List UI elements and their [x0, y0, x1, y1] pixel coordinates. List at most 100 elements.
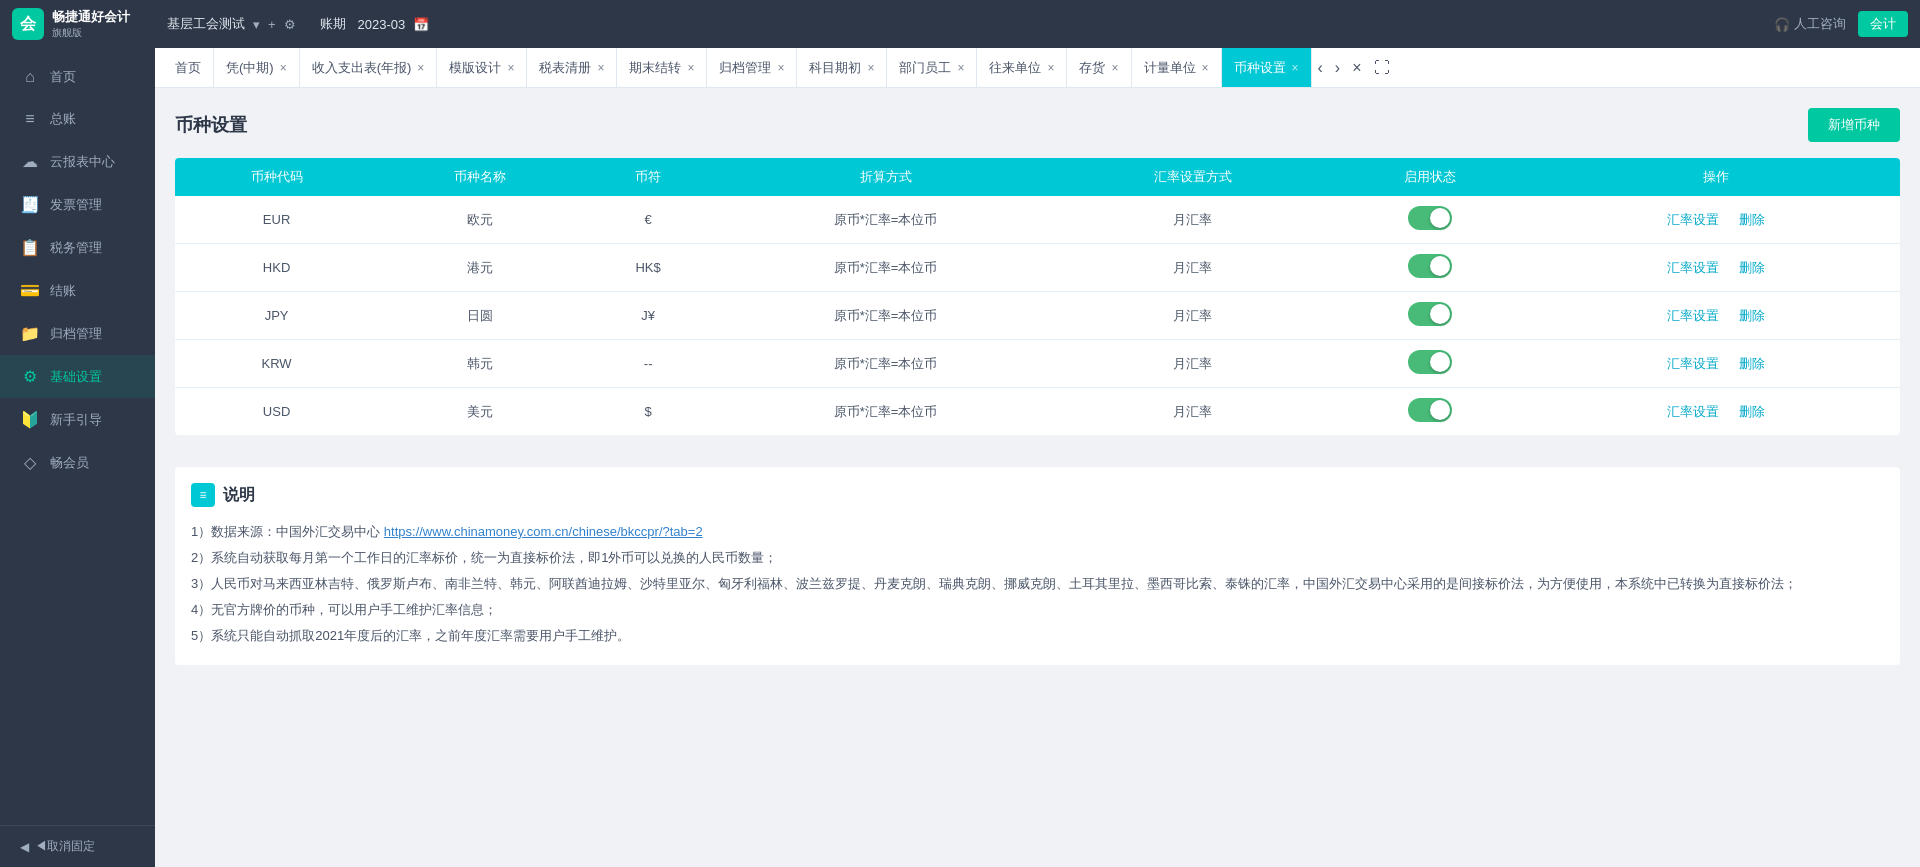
delete-link-2[interactable]: 删除: [1739, 308, 1765, 323]
sidebar-item-home[interactable]: ⌂ 首页: [0, 56, 155, 98]
new-currency-button[interactable]: 新增币种: [1808, 108, 1900, 142]
tab-currency[interactable]: 币种设置 ×: [1222, 48, 1312, 88]
sidebar-item-settings[interactable]: ⚙ 基础设置: [0, 355, 155, 398]
tab-expand-btn[interactable]: ⛶: [1368, 59, 1396, 77]
tab-close-currency[interactable]: ×: [1292, 61, 1299, 75]
tab-close-period-end[interactable]: ×: [687, 61, 694, 75]
tab-close-template[interactable]: ×: [507, 61, 514, 75]
tab-close-counterparty[interactable]: ×: [1047, 61, 1054, 75]
tab-close-department[interactable]: ×: [957, 61, 964, 75]
add-workspace-btn[interactable]: +: [268, 17, 276, 32]
delete-link-0[interactable]: 删除: [1739, 212, 1765, 227]
cell-status-2: [1329, 292, 1532, 340]
toggle-0[interactable]: [1408, 206, 1452, 230]
workspace-dropdown-icon[interactable]: ▾: [253, 17, 260, 32]
tab-close-inventory[interactable]: ×: [1111, 61, 1118, 75]
tab-counterparty[interactable]: 往来单位 ×: [977, 48, 1067, 88]
top-right-area: 🎧 人工咨询 会计: [1774, 11, 1908, 37]
sidebar-item-checkout[interactable]: 💳 结账: [0, 269, 155, 312]
tab-prev-btn[interactable]: ‹: [1312, 59, 1329, 77]
account-button[interactable]: 会计: [1858, 11, 1908, 37]
tab-department[interactable]: 部门员工 ×: [887, 48, 977, 88]
sidebar-nav: ⌂ 首页 ≡ 总账 ☁ 云报表中心 🧾 发票管理 📋 税务管理: [0, 48, 155, 825]
toggle-track-1: [1408, 254, 1452, 278]
notes-item-4: 4）无官方牌价的币种，可以用户手工维护汇率信息；: [191, 597, 1884, 623]
sidebar-item-archive[interactable]: 📁 归档管理: [0, 312, 155, 355]
tax-icon: 📋: [20, 238, 40, 257]
sidebar-item-ledger[interactable]: ≡ 总账: [0, 98, 155, 140]
tab-period-end[interactable]: 期末结转 ×: [617, 48, 707, 88]
col-rate-type: 汇率设置方式: [1056, 158, 1329, 196]
cell-symbol-0: €: [581, 196, 715, 244]
tab-close-unit[interactable]: ×: [1202, 61, 1209, 75]
tab-close-income-report[interactable]: ×: [417, 61, 424, 75]
tab-income-report[interactable]: 收入支出表(年报) ×: [300, 48, 438, 88]
archive-icon: 📁: [20, 324, 40, 343]
help-button[interactable]: 🎧 人工咨询: [1774, 15, 1846, 33]
cell-action-2: 汇率设置 删除: [1532, 292, 1900, 340]
notes-link[interactable]: https://www.chinamoney.com.cn/chinese/bk…: [384, 524, 703, 539]
cell-name-3: 韩元: [378, 340, 581, 388]
sidebar-pin-toggle[interactable]: ◀ ◀取消固定: [0, 825, 155, 867]
sidebar-item-reports[interactable]: ☁ 云报表中心: [0, 140, 155, 183]
tab-template[interactable]: 模版设计 ×: [437, 48, 527, 88]
tab-close-voucher[interactable]: ×: [280, 61, 287, 75]
tab-close-archive[interactable]: ×: [777, 61, 784, 75]
tab-subject-init[interactable]: 科目期初 ×: [797, 48, 887, 88]
tab-next-btn[interactable]: ›: [1329, 59, 1346, 77]
cell-code-2: JPY: [175, 292, 378, 340]
tab-voucher[interactable]: 凭(中期) ×: [214, 48, 300, 88]
toggle-track-4: [1408, 398, 1452, 422]
cell-action-0: 汇率设置 删除: [1532, 196, 1900, 244]
delete-link-4[interactable]: 删除: [1739, 404, 1765, 419]
tab-close-all-btn[interactable]: ×: [1346, 59, 1367, 77]
ledger-icon: ≡: [20, 110, 40, 128]
guide-icon: 🔰: [20, 410, 40, 429]
table-header-row: 币种代码 币种名称 币符 折算方式 汇率设置方式 启用状态 操作: [175, 158, 1900, 196]
notes-item-2: 2）系统自动获取每月第一个工作日的汇率标价，统一为直接标价法，即1外币可以兑换的…: [191, 545, 1884, 571]
cell-code-0: EUR: [175, 196, 378, 244]
rate-setting-link-4[interactable]: 汇率设置: [1667, 404, 1719, 419]
rate-setting-link-3[interactable]: 汇率设置: [1667, 356, 1719, 371]
tab-inventory[interactable]: 存货 ×: [1067, 48, 1131, 88]
sidebar-item-invoice[interactable]: 🧾 发票管理: [0, 183, 155, 226]
rate-setting-link-2[interactable]: 汇率设置: [1667, 308, 1719, 323]
tab-home[interactable]: 首页: [163, 48, 214, 88]
cell-method-0: 原币*汇率=本位币: [715, 196, 1056, 244]
notes-title: ≡ 说明: [191, 483, 1884, 507]
toggle-thumb-2: [1430, 304, 1450, 324]
app-container: 会 畅捷通好会计 旗舰版 基层工会测试 ▾ + ⚙ 账期 2023-03 📅 🎧…: [0, 0, 1920, 867]
toggle-2[interactable]: [1408, 302, 1452, 326]
sidebar-item-tax[interactable]: 📋 税务管理: [0, 226, 155, 269]
cell-status-0: [1329, 196, 1532, 244]
cell-code-4: USD: [175, 388, 378, 436]
tab-bar: 首页 凭(中期) × 收入支出表(年报) × 模版设计 × 税表清册 ×: [155, 48, 1920, 88]
toggle-4[interactable]: [1408, 398, 1452, 422]
rate-setting-link-0[interactable]: 汇率设置: [1667, 212, 1719, 227]
cell-action-1: 汇率设置 删除: [1532, 244, 1900, 292]
tab-unit[interactable]: 计量单位 ×: [1132, 48, 1222, 88]
toggle-1[interactable]: [1408, 254, 1452, 278]
tab-close-tax-table[interactable]: ×: [597, 61, 604, 75]
rate-setting-link-1[interactable]: 汇率设置: [1667, 260, 1719, 275]
delete-link-1[interactable]: 删除: [1739, 260, 1765, 275]
toggle-3[interactable]: [1408, 350, 1452, 374]
delete-link-3[interactable]: 删除: [1739, 356, 1765, 371]
tab-close-subject-init[interactable]: ×: [867, 61, 874, 75]
tab-tax-table[interactable]: 税表清册 ×: [527, 48, 617, 88]
table-row: EUR 欧元 € 原币*汇率=本位币 月汇率 汇率设置 删除: [175, 196, 1900, 244]
toggle-thumb-1: [1430, 256, 1450, 276]
cell-action-4: 汇率设置 删除: [1532, 388, 1900, 436]
notes-item-5: 5）系统只能自动抓取2021年度后的汇率，之前年度汇率需要用户手工维护。: [191, 623, 1884, 649]
settings-icon[interactable]: ⚙: [284, 17, 296, 32]
sidebar-item-member[interactable]: ◇ 畅会员: [0, 441, 155, 484]
col-action: 操作: [1532, 158, 1900, 196]
calendar-icon[interactable]: 📅: [413, 17, 429, 32]
tab-archive[interactable]: 归档管理 ×: [707, 48, 797, 88]
notes-icon: ≡: [191, 483, 215, 507]
sidebar-item-guide[interactable]: 🔰 新手引导: [0, 398, 155, 441]
col-name: 币种名称: [378, 158, 581, 196]
cell-rate-type-2: 月汇率: [1056, 292, 1329, 340]
pin-icon: ◀: [20, 840, 29, 854]
notes-item-3: 3）人民币对马来西亚林吉特、俄罗斯卢布、南非兰特、韩元、阿联酋迪拉姆、沙特里亚尔…: [191, 571, 1884, 597]
